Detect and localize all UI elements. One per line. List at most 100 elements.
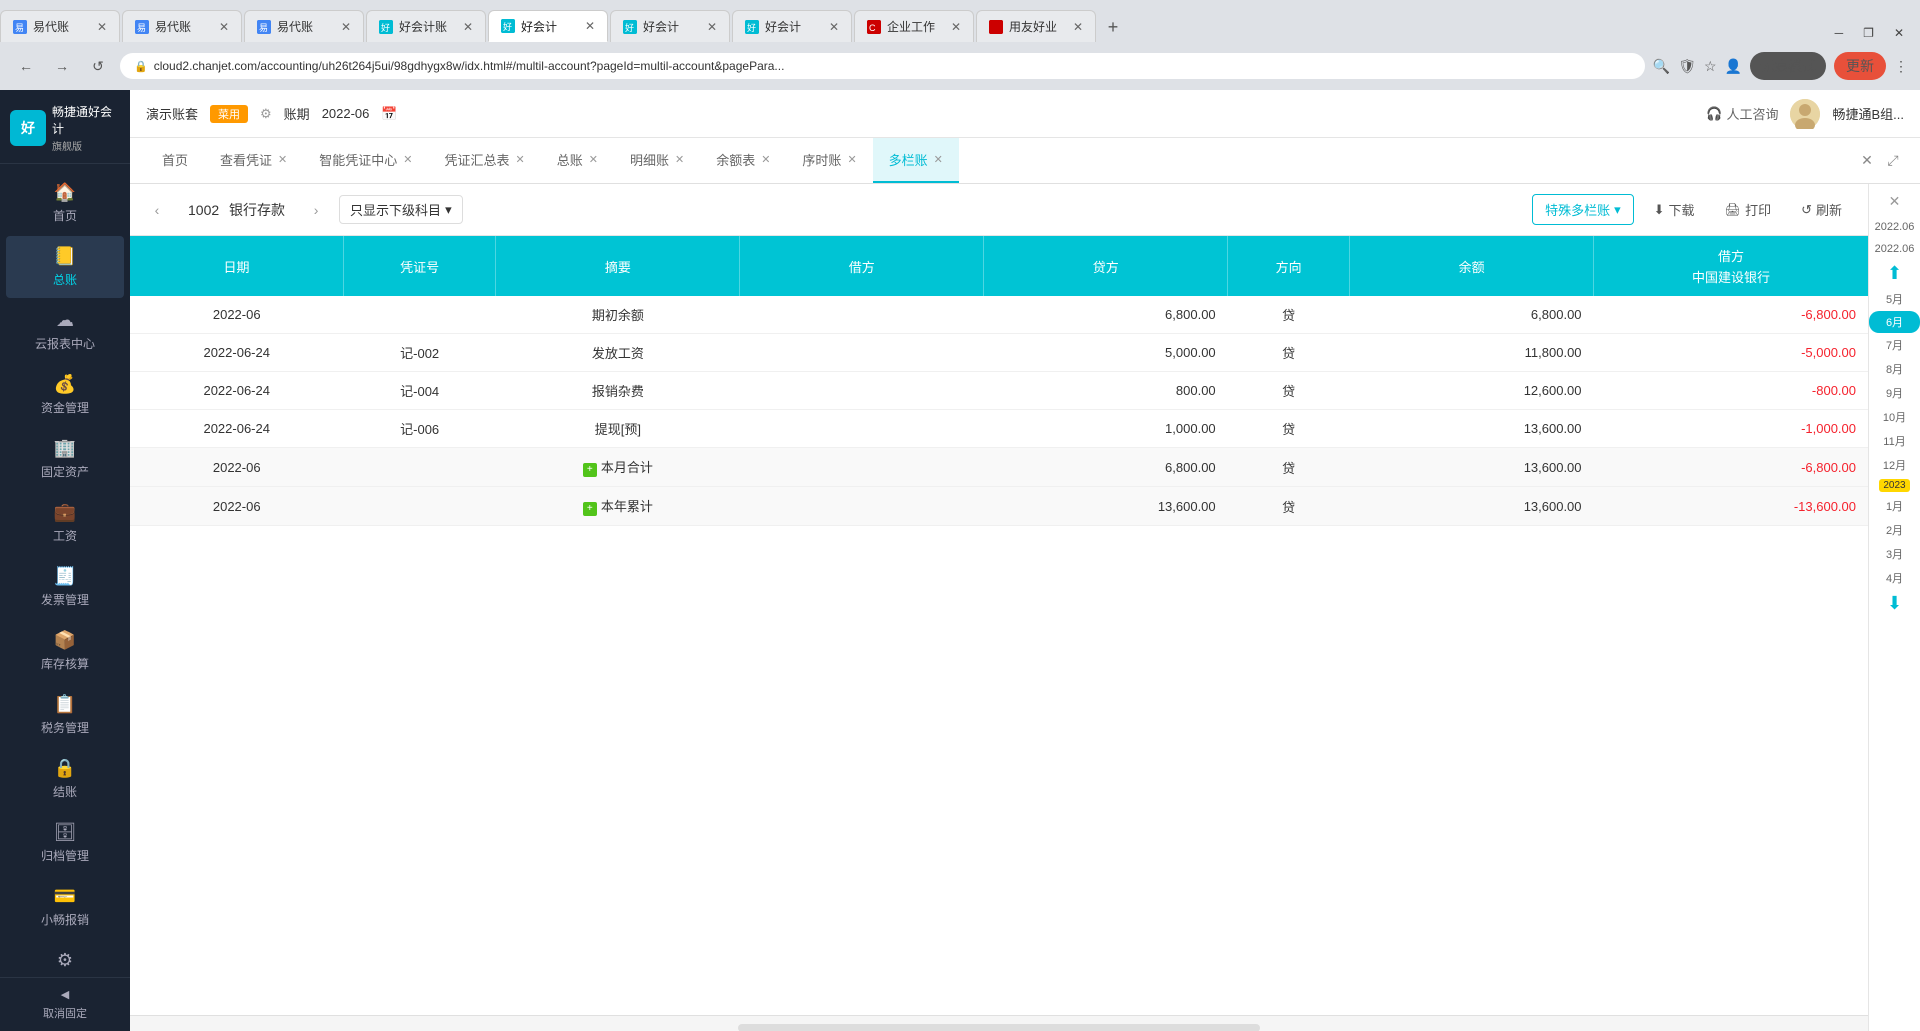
tab-view-voucher[interactable]: 查看凭证 ✕	[204, 138, 303, 183]
minimize-button[interactable]: ─	[1829, 24, 1850, 42]
voucher-link[interactable]: 记-004	[400, 384, 439, 399]
timeline-month-2023-2[interactable]: 2月	[1869, 518, 1920, 542]
expand-panel-button[interactable]: ⤢	[1882, 150, 1904, 172]
timeline-month-5[interactable]: 5月	[1869, 287, 1920, 311]
tab-close-smart[interactable]: ✕	[403, 153, 412, 166]
timeline-month-7[interactable]: 7月	[1869, 333, 1920, 357]
tab-home[interactable]: 首页	[146, 138, 204, 183]
browser-tab-7[interactable]: 好 好会计 ✕	[732, 10, 852, 42]
logo-text: 畅捷通好会计	[52, 104, 120, 138]
tab-close-detail[interactable]: ✕	[675, 153, 684, 166]
sidebar-item-salary[interactable]: 💼 工资	[6, 492, 124, 554]
sidebar-item-tax[interactable]: 📋 税务管理	[6, 684, 124, 746]
voucher-link[interactable]: 记-006	[400, 422, 439, 437]
timeline-month-2023-3[interactable]: 3月	[1869, 542, 1920, 566]
timeline-month-6[interactable]: 6月	[1869, 311, 1920, 333]
sidebar-item-inventory[interactable]: 📦 库存核算	[6, 620, 124, 682]
new-tab-button[interactable]: +	[1098, 12, 1128, 42]
tab-close-balance[interactable]: ✕	[761, 153, 770, 166]
tab-close-7[interactable]: ✕	[829, 20, 839, 34]
page-scroll[interactable]	[130, 1015, 1868, 1031]
table-row: 2022-06 期初余额 6,800.00 贷 6,800.00 -6,800.…	[130, 296, 1868, 334]
settings-icon[interactable]: ⚙	[260, 106, 272, 122]
next-account-button[interactable]: ›	[305, 199, 327, 221]
browser-tab-5[interactable]: 好 好会计 ✕	[488, 10, 608, 42]
browser-tab-6[interactable]: 好 好会计 ✕	[610, 10, 730, 42]
forward-button[interactable]: →	[48, 52, 76, 80]
sidebar-item-settings[interactable]: ⚙ 基础设置	[6, 940, 124, 977]
tab-close-view-voucher[interactable]: ✕	[278, 153, 287, 166]
profile-icon[interactable]: 👤	[1725, 58, 1742, 75]
update-button[interactable]: 更新	[1834, 52, 1886, 80]
cell-summary: 发放工资	[496, 334, 740, 372]
tab-close-1[interactable]: ✕	[97, 20, 107, 34]
search-icon[interactable]: 🔍	[1653, 58, 1670, 75]
tab-close-journal[interactable]: ✕	[847, 153, 856, 166]
shield-icon[interactable]: 🛡	[1678, 58, 1696, 75]
sidebar-item-archive[interactable]: 🗄 归档管理	[6, 812, 124, 874]
timeline-down-arrow[interactable]: ⬇	[1884, 590, 1905, 617]
menu-icon[interactable]: ⋮	[1894, 58, 1908, 75]
timeline-collapse-button[interactable]: ✕	[1884, 190, 1906, 212]
browser-tab-1[interactable]: 易 易代账 ✕	[0, 10, 120, 42]
browser-tab-3[interactable]: 易 易代账 ✕	[244, 10, 364, 42]
tab-close-multi[interactable]: ✕	[934, 153, 943, 166]
tab-journal[interactable]: 序时账 ✕	[786, 138, 872, 183]
sidebar-item-invoice[interactable]: 🧾 发票管理	[6, 556, 124, 618]
timeline-month-10[interactable]: 10月	[1869, 405, 1920, 429]
close-panel-button[interactable]: ✕	[1856, 150, 1878, 172]
tab-close-general[interactable]: ✕	[589, 153, 598, 166]
tab-close-6[interactable]: ✕	[707, 20, 717, 34]
calendar-icon[interactable]: 📅	[381, 106, 397, 122]
sidebar-item-expense[interactable]: 💳 小畅报销	[6, 876, 124, 938]
tab-voucher-summary[interactable]: 凭证汇总表 ✕	[428, 138, 540, 183]
back-button[interactable]: ←	[12, 52, 40, 80]
tab-close-8[interactable]: ✕	[951, 20, 961, 34]
tab-balance[interactable]: 余额表 ✕	[700, 138, 786, 183]
tab-multi-column[interactable]: 多栏账 ✕	[873, 138, 959, 183]
tab-close-summary[interactable]: ✕	[516, 153, 525, 166]
refresh-button-toolbar[interactable]: ↺ 刷新	[1791, 195, 1852, 224]
tab-close-2[interactable]: ✕	[219, 20, 229, 34]
browser-tab-8[interactable]: C 企业工作 ✕	[854, 10, 974, 42]
tab-close-3[interactable]: ✕	[341, 20, 351, 34]
sidebar-pin[interactable]: ◀ 取消固定	[0, 977, 130, 1031]
refresh-button[interactable]: ↺	[84, 52, 112, 80]
timeline-month-2023-4[interactable]: 4月	[1869, 566, 1920, 590]
browser-tab-9[interactable]: 用友好业 ✕	[976, 10, 1096, 42]
url-bar[interactable]: 🔒 cloud2.chanjet.com/accounting/uh26t264…	[120, 53, 1645, 79]
tab-smart-voucher[interactable]: 智能凭证中心 ✕	[303, 138, 428, 183]
download-button[interactable]: ⬇ 下载	[1644, 195, 1705, 224]
restore-button[interactable]: ❐	[1857, 24, 1880, 42]
sidebar-item-fund[interactable]: 💰 资金管理	[6, 364, 124, 426]
account-tag[interactable]: 菜用	[210, 105, 248, 123]
timeline-up-arrow[interactable]: ⬆	[1884, 260, 1905, 287]
sidebar-item-ledger[interactable]: 📒 总账	[6, 236, 124, 298]
close-button[interactable]: ✕	[1888, 24, 1910, 42]
incognito-button[interactable]: 无痕模式	[1750, 52, 1826, 80]
tab-detail-ledger[interactable]: 明细账 ✕	[614, 138, 700, 183]
timeline-month-8[interactable]: 8月	[1869, 357, 1920, 381]
timeline-month-9[interactable]: 9月	[1869, 381, 1920, 405]
star-icon[interactable]: ☆	[1704, 58, 1717, 75]
timeline-month-2023-1[interactable]: 1月	[1869, 494, 1920, 518]
tab-close-5[interactable]: ✕	[585, 19, 595, 33]
tab-general-ledger[interactable]: 总账 ✕	[541, 138, 614, 183]
browser-tab-2[interactable]: 易 易代账 ✕	[122, 10, 242, 42]
timeline-month-11[interactable]: 11月	[1869, 429, 1920, 453]
sidebar-item-home[interactable]: 🏠 首页	[6, 172, 124, 234]
tab-close-4[interactable]: ✕	[463, 20, 473, 34]
sidebar-item-fixed-asset[interactable]: 🏢 固定资产	[6, 428, 124, 490]
special-multi-column-button[interactable]: 特殊多栏账 ▾	[1532, 194, 1634, 225]
voucher-link[interactable]: 记-002	[400, 346, 439, 361]
print-button[interactable]: 🖨 打印	[1715, 195, 1782, 224]
sidebar-item-close[interactable]: 🔒 结账	[6, 748, 124, 810]
consult-button[interactable]: 🎧 人工咨询	[1706, 104, 1778, 123]
tab-close-9[interactable]: ✕	[1073, 20, 1083, 34]
horizontal-scrollbar[interactable]	[738, 1024, 1259, 1031]
timeline-month-12[interactable]: 12月	[1869, 453, 1920, 477]
browser-tab-4[interactable]: 好 好会计账 ✕	[366, 10, 486, 42]
prev-account-button[interactable]: ‹	[146, 199, 168, 221]
filter-button[interactable]: 只显示下级科目 ▾	[339, 195, 463, 224]
sidebar-item-cloud-report[interactable]: ☁ 云报表中心	[6, 300, 124, 362]
